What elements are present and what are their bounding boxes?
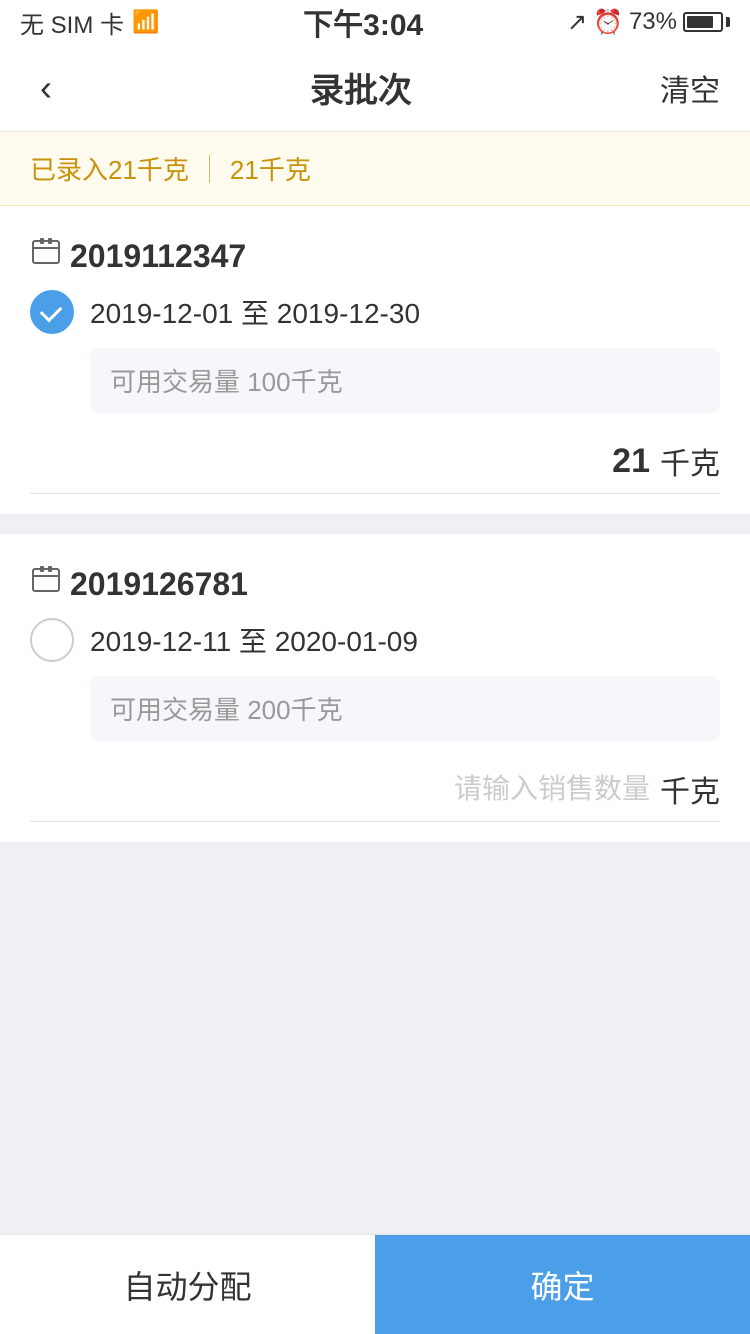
batch-date-2: 2019-12-11 至 2020-01-09 — [90, 620, 418, 660]
wifi-icon: 📶 — [132, 9, 159, 35]
battery-fill — [687, 16, 713, 28]
status-right: ↗ ⏰ 73% — [567, 8, 730, 37]
alarm-icon: ⏰ — [593, 8, 623, 37]
empty-area — [0, 842, 750, 1302]
batch-id-2: 2019126781 — [70, 566, 248, 603]
available-box-1: 可用交易量 100千克 — [90, 348, 720, 413]
battery-tip — [726, 17, 730, 27]
info-divider — [209, 155, 210, 183]
status-time: 下午3:04 — [303, 0, 423, 44]
amount-unit-2: 千克 — [660, 767, 720, 811]
batch-icon-2 — [30, 564, 62, 604]
back-button[interactable]: ‹ — [30, 57, 62, 119]
batch-item-2: 2019126781 2019-12-11 至 2020-01-09 可用交易量… — [0, 534, 750, 842]
batch-header-1: 2019112347 — [30, 236, 720, 276]
batch-id-1: 2019112347 — [70, 238, 246, 275]
amount-unit-1: 千克 — [660, 439, 720, 483]
confirm-button[interactable]: 确定 — [375, 1235, 750, 1334]
batch-icon-1 — [30, 236, 62, 276]
recorded-value: 21千克 — [230, 150, 311, 187]
batch-date-row-2: 2019-12-11 至 2020-01-09 — [30, 618, 720, 662]
status-bar: 无 SIM 卡 📶 下午3:04 ↗ ⏰ 73% — [0, 0, 750, 44]
location-icon: ↗ — [567, 8, 587, 37]
radio-btn-1[interactable] — [30, 290, 74, 334]
amount-value-1: 21 — [612, 442, 650, 481]
available-box-2: 可用交易量 200千克 — [90, 676, 720, 741]
quantity-input-2[interactable] — [350, 773, 650, 805]
battery-icon — [683, 12, 730, 32]
sim-label: 无 SIM 卡 — [20, 5, 124, 40]
batch-date-1: 2019-12-01 至 2019-12-30 — [90, 292, 420, 332]
batch-date-row-1: 2019-12-01 至 2019-12-30 — [30, 290, 720, 334]
amount-input-row-2: 千克 — [30, 751, 720, 821]
battery-percent: 73% — [629, 8, 677, 36]
page-title: 录批次 — [310, 63, 412, 112]
status-left: 无 SIM 卡 📶 — [20, 5, 159, 40]
batch-item-1: 2019112347 2019-12-01 至 2019-12-30 可用交易量… — [0, 206, 750, 514]
auto-distribute-button[interactable]: 自动分配 — [0, 1235, 375, 1334]
nav-bar: ‹ 录批次 清空 — [0, 44, 750, 132]
info-banner: 已录入21千克 21千克 — [0, 132, 750, 206]
batch-header-2: 2019126781 — [30, 564, 720, 604]
card-separator — [0, 514, 750, 534]
clear-button[interactable]: 清空 — [660, 66, 720, 110]
radio-btn-2[interactable] — [30, 618, 74, 662]
divider-1 — [30, 493, 720, 494]
battery-body — [683, 12, 723, 32]
recorded-label: 已录入21千克 — [30, 150, 189, 187]
bottom-bar: 自动分配 确定 — [0, 1234, 750, 1334]
divider-2 — [30, 821, 720, 822]
amount-row-1: 21 千克 — [30, 423, 720, 493]
